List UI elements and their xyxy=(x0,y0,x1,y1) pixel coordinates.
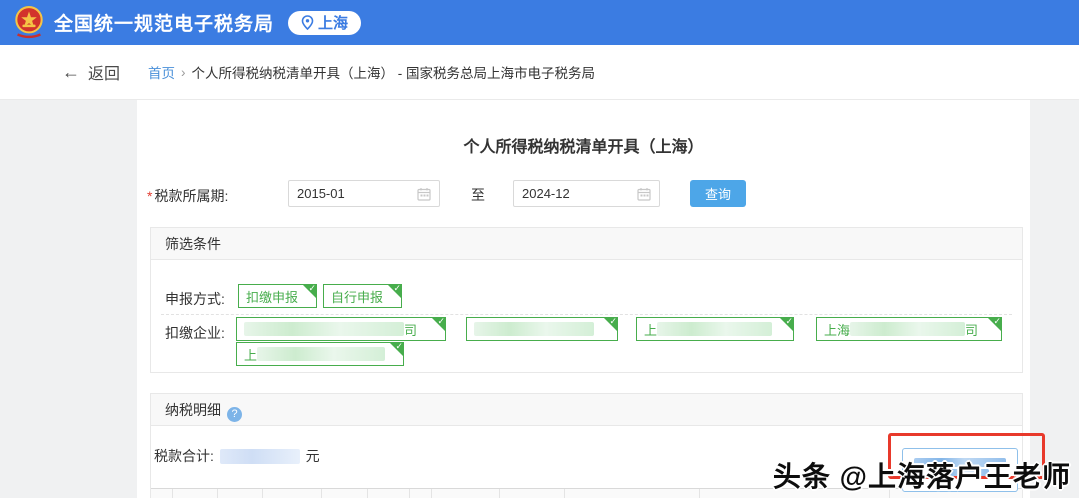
region-selector[interactable]: 上海 xyxy=(288,10,362,35)
national-emblem-logo xyxy=(15,5,43,38)
table-header-cell xyxy=(432,489,500,498)
table-header-cell xyxy=(565,489,700,498)
table-header-cell xyxy=(500,489,565,498)
check-icon: ✓ xyxy=(609,317,617,326)
redacted-company-name xyxy=(244,322,404,336)
period-start-input[interactable]: 2015-01 xyxy=(288,180,440,207)
content-panel: 个人所得税纳税清单开具（上海） * 税款所属期: 2015-01 至 2024-1… xyxy=(137,100,1045,498)
method-tag-self-declare[interactable]: 自行申报 ✓ xyxy=(323,284,403,308)
period-label: * 税款所属期: xyxy=(147,188,229,204)
tax-detail-title: 纳税明细? xyxy=(151,394,1022,426)
back-arrow-icon: ← xyxy=(62,61,80,82)
obscured-button-text xyxy=(914,458,1006,467)
filter-section: 筛选条件 申报方式: 扣缴申报 ✓ 自行申报 ✓ 扣缴企业: 司 ✓ ✓ 上 ✓… xyxy=(150,227,1023,373)
breadcrumb-current: 个人所得税纳税清单开具（上海） - 国家税务总局上海市电子税务局 xyxy=(191,66,596,81)
redacted-company-name xyxy=(850,322,966,336)
region-label: 上海 xyxy=(318,15,349,32)
table-header-cell xyxy=(173,489,218,498)
company-tag-redacted[interactable]: 上海 司 ✓ xyxy=(816,317,1002,341)
breadcrumb-bar: ← 返回 首页 › 个人所得税纳税清单开具（上海） - 国家税务总局上海市电子税… xyxy=(0,45,1079,100)
app-header: 全国统一规范电子税务局 上海 xyxy=(0,0,1079,45)
calendar-icon[interactable] xyxy=(417,187,431,201)
period-end-input[interactable]: 2024-12 xyxy=(513,180,660,207)
company-tag-redacted[interactable]: 司 ✓ xyxy=(236,317,446,341)
breadcrumb-separator: › xyxy=(181,64,186,80)
help-icon[interactable]: ? xyxy=(227,407,242,422)
check-icon: ✓ xyxy=(993,317,1001,326)
company-tag-redacted[interactable]: 上 ✓ xyxy=(236,342,404,366)
redacted-company-name xyxy=(657,322,773,336)
required-mark: * xyxy=(147,188,153,204)
period-end-value: 2024-12 xyxy=(522,186,570,201)
table-header-cell xyxy=(151,489,173,498)
back-label: 返回 xyxy=(88,66,121,83)
check-icon: ✓ xyxy=(308,284,317,293)
page-title: 个人所得税纳税清单开具（上海） xyxy=(463,139,704,156)
check-icon: ✓ xyxy=(395,342,403,351)
tax-total-label: 税款合计: xyxy=(154,448,214,464)
app-title: 全国统一规范电子税务局 xyxy=(54,14,275,35)
check-icon: ✓ xyxy=(437,317,445,326)
obscured-button-text xyxy=(931,469,989,478)
breadcrumb-home-link[interactable]: 首页 xyxy=(148,62,175,82)
table-header-cell xyxy=(368,489,410,498)
period-to-label: 至 xyxy=(471,187,485,203)
redacted-company-name xyxy=(474,322,594,336)
table-header-cell xyxy=(218,489,263,498)
tax-detail-section: 纳税明细? 税款合计: 元 xyxy=(150,393,1023,498)
obscured-action-button[interactable] xyxy=(902,448,1018,492)
page-background: 个人所得税纳税清单开具（上海） * 税款所属期: 2015-01 至 2024-1… xyxy=(0,100,1079,498)
redacted-company-name xyxy=(257,347,386,361)
calendar-icon[interactable] xyxy=(637,187,651,201)
back-button[interactable]: ← 返回 xyxy=(62,60,120,84)
row-divider xyxy=(161,314,1012,315)
declare-method-label: 申报方式: xyxy=(165,291,225,307)
method-tag-withholding[interactable]: 扣缴申报 ✓ xyxy=(238,284,318,308)
location-pin-icon xyxy=(301,15,314,30)
check-icon: ✓ xyxy=(393,284,402,293)
table-header-cell xyxy=(322,489,368,498)
table-header-cell xyxy=(410,489,432,498)
period-start-value: 2015-01 xyxy=(297,186,345,201)
table-header-cell xyxy=(263,489,322,498)
filter-section-title: 筛选条件 xyxy=(151,228,1022,260)
check-icon: ✓ xyxy=(785,317,793,326)
redacted-tax-amount xyxy=(219,449,300,464)
detail-table-header xyxy=(151,488,1022,498)
tax-unit-label: 元 xyxy=(305,448,320,464)
query-button[interactable]: 查询 xyxy=(690,180,746,207)
withholding-company-label: 扣缴企业: xyxy=(165,325,225,341)
table-header-cell xyxy=(700,489,890,498)
company-tag-redacted[interactable]: ✓ xyxy=(466,317,618,341)
tax-total-row: 税款合计: 元 xyxy=(151,446,320,466)
company-tag-redacted[interactable]: 上 ✓ xyxy=(636,317,794,341)
period-form-row: * 税款所属期: 2015-01 至 2024-12 查询 xyxy=(137,180,1030,207)
breadcrumb: 首页 › 个人所得税纳税清单开具（上海） - 国家税务总局上海市电子税务局 xyxy=(148,62,595,82)
